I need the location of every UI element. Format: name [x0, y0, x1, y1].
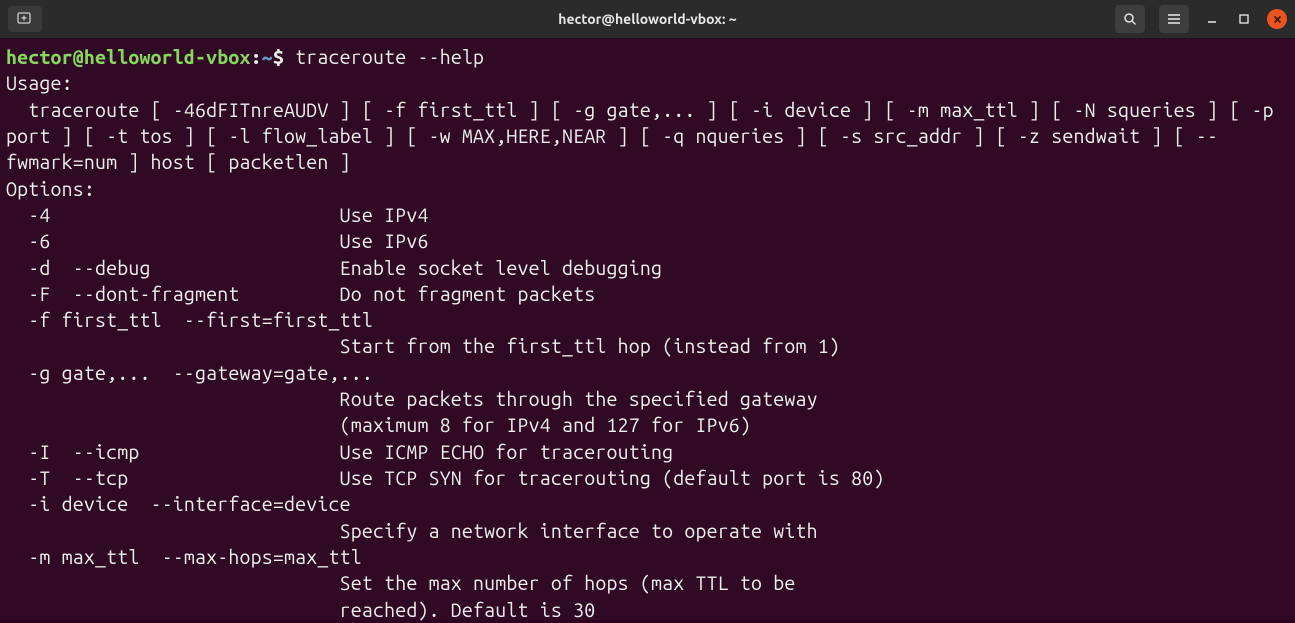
option-line: (maximum 8 for IPv4 and 127 for IPv6) [6, 414, 751, 436]
option-line: Route packets through the specified gate… [6, 388, 818, 410]
hamburger-icon [1167, 13, 1181, 25]
search-icon [1123, 12, 1137, 26]
window-titlebar: hector@helloworld-vbox: ~ [0, 0, 1295, 38]
titlebar-right-group [1115, 5, 1287, 33]
option-line: Start from the first_ttl hop (instead fr… [6, 335, 840, 357]
option-line: -m max_ttl --max-hops=max_ttl [6, 546, 362, 568]
prompt-dollar: $ [273, 46, 284, 68]
titlebar-left-group [8, 6, 42, 32]
maximize-icon [1238, 13, 1250, 25]
option-line: -6 Use IPv6 [6, 230, 429, 252]
menu-button[interactable] [1159, 5, 1189, 33]
maximize-button[interactable] [1235, 10, 1253, 28]
new-tab-button[interactable] [8, 6, 42, 32]
option-line: Set the max number of hops (max TTL to b… [6, 572, 796, 594]
option-line: -4 Use IPv4 [6, 204, 429, 226]
command-entered: traceroute --help [295, 46, 484, 68]
usage-body: traceroute [ -46dFITnreAUDV ] [ -f first… [6, 99, 1285, 174]
option-line: -T --tcp Use TCP SYN for tracerouting (d… [6, 467, 885, 489]
window-title: hector@helloworld-vbox: ~ [558, 11, 736, 27]
usage-header: Usage: [6, 72, 73, 94]
prompt-path: ~ [262, 46, 273, 68]
close-icon [1273, 15, 1282, 24]
option-line: Specify a network interface to operate w… [6, 520, 818, 542]
new-tab-icon [17, 12, 33, 26]
option-line: -I --icmp Use ICMP ECHO for tracerouting [6, 441, 673, 463]
option-line: -f first_ttl --first=first_ttl [6, 309, 373, 331]
close-button[interactable] [1267, 9, 1287, 29]
command-text [284, 46, 295, 68]
options-header: Options: [6, 178, 95, 200]
option-line: -i device --interface=device [6, 493, 351, 515]
minimize-icon [1206, 13, 1218, 25]
option-line: -d --debug Enable socket level debugging [6, 257, 662, 279]
option-line: reached). Default is 30 [6, 599, 595, 621]
terminal-output[interactable]: hector@helloworld-vbox:~$ traceroute --h… [0, 38, 1295, 620]
option-line: -F --dont-fragment Do not fragment packe… [6, 283, 595, 305]
prompt-user-host: hector@helloworld-vbox [6, 46, 251, 68]
minimize-button[interactable] [1203, 10, 1221, 28]
prompt-colon: : [251, 46, 262, 68]
option-line: -g gate,... --gateway=gate,... [6, 362, 373, 384]
search-button[interactable] [1115, 5, 1145, 33]
